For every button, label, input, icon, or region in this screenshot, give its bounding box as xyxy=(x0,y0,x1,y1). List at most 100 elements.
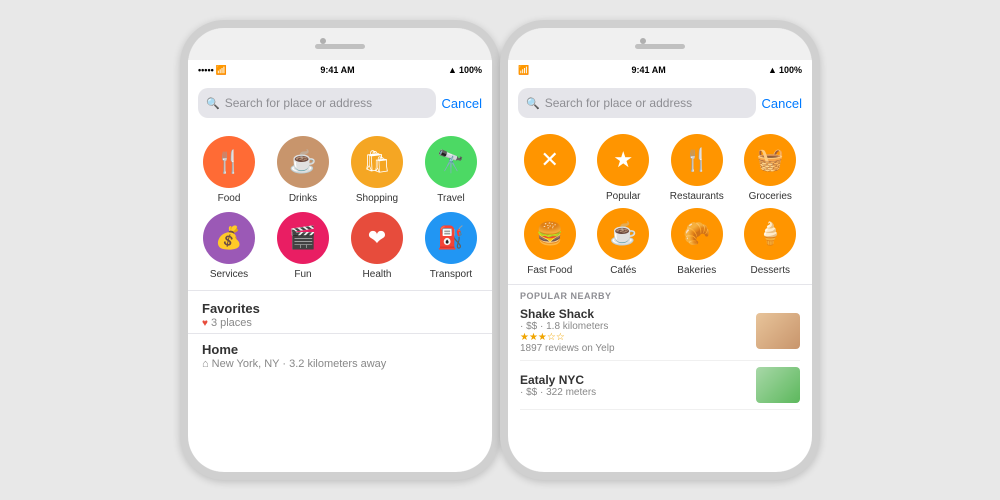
nearby-img-2 xyxy=(756,367,800,403)
category-restaurants[interactable]: 🍴 Restaurants xyxy=(663,134,731,202)
speaker-1 xyxy=(315,44,365,49)
front-camera-2 xyxy=(640,38,646,44)
heart-icon: ♥ xyxy=(202,318,208,329)
search-icon-2: 🔍 xyxy=(526,97,540,110)
category-circle-bakeries: 🥐 xyxy=(671,208,723,260)
front-camera-1 xyxy=(320,38,326,44)
category-label-shopping: Shopping xyxy=(356,193,398,204)
search-icon-1: 🔍 xyxy=(206,97,220,110)
category-label-restaurants: Restaurants xyxy=(670,191,724,202)
home-pin-icon: ⌂ xyxy=(202,358,209,370)
home-section[interactable]: Home ⌂ New York, NY · 3.2 kilometers awa… xyxy=(188,333,492,374)
category-label-health: Health xyxy=(363,269,392,280)
status-right-2: ▲ 100% xyxy=(768,65,802,75)
category-label-travel: Travel xyxy=(437,193,464,204)
nearby-section: POPULAR NEARBY Shake Shack · $$ · 1.8 ki… xyxy=(508,284,812,412)
nearby-img-1 xyxy=(756,313,800,349)
nearby-detail-2: · $$ · 322 meters xyxy=(520,387,748,398)
close-circle: ✕ xyxy=(524,134,576,186)
category-circle-cafes: ☕ xyxy=(597,208,649,260)
category-circle-services: 💰 xyxy=(203,212,255,264)
category-label-drinks: Drinks xyxy=(289,193,317,204)
wifi-icon-1: 📶 xyxy=(216,65,227,76)
category-circle-drinks: ☕ xyxy=(277,136,329,188)
category-close[interactable]: ✕ xyxy=(516,134,584,202)
phone-1: ••••• 📶 9:41 AM ▲ 100% 🔍 Search for plac… xyxy=(180,20,500,480)
category-health[interactable]: ❤ Health xyxy=(344,212,410,280)
category-travel[interactable]: 🔭 Travel xyxy=(418,136,484,204)
category-circle-travel: 🔭 xyxy=(425,136,477,188)
category-label-groceries: Groceries xyxy=(749,191,792,202)
category-label-cafes: Cafés xyxy=(610,265,636,276)
category-circle-health: ❤ xyxy=(351,212,403,264)
category-circle-groceries: 🧺 xyxy=(744,134,796,186)
category-fastfood[interactable]: 🍔 Fast Food xyxy=(516,208,584,276)
category-circle-transport: ⛽ xyxy=(425,212,477,264)
favorites-sub: ♥ 3 places xyxy=(202,317,478,329)
nearby-label: POPULAR NEARBY xyxy=(520,291,800,301)
cancel-button-2[interactable]: Cancel xyxy=(762,96,802,111)
category-circle-restaurants: 🍴 xyxy=(671,134,723,186)
category-label-popular: Popular xyxy=(606,191,640,202)
category-label-fastfood: Fast Food xyxy=(527,265,572,276)
category-bakeries[interactable]: 🥐 Bakeries xyxy=(663,208,731,276)
category-shopping[interactable]: 🛍 Shopping xyxy=(344,136,410,204)
phones-container: ••••• 📶 9:41 AM ▲ 100% 🔍 Search for plac… xyxy=(180,20,820,480)
category-circle-fastfood: 🍔 xyxy=(524,208,576,260)
category-circle-desserts: 🍦 xyxy=(744,208,796,260)
nearby-name-1: Shake Shack xyxy=(520,307,748,321)
screen-2: 📶 9:41 AM ▲ 100% 🔍 Search for place or a… xyxy=(508,60,812,472)
nearby-item-1[interactable]: Shake Shack · $$ · 1.8 kilometers ★★★☆☆ … xyxy=(520,301,800,361)
category-label-services: Services xyxy=(210,269,248,280)
category-drinks[interactable]: ☕ Drinks xyxy=(270,136,336,204)
home-title: Home xyxy=(202,342,478,357)
food-categories-grid: ✕ ★ Popular 🍴 Restaurants 🧺 Groceries xyxy=(508,126,812,284)
search-bar-1[interactable]: 🔍 Search for place or address xyxy=(198,88,436,118)
category-desserts[interactable]: 🍦 Desserts xyxy=(737,208,805,276)
nearby-info-2: Eataly NYC · $$ · 322 meters xyxy=(520,373,748,398)
phone-2: 📶 9:41 AM ▲ 100% 🔍 Search for place or a… xyxy=(500,20,820,480)
category-cafes[interactable]: ☕ Cafés xyxy=(590,208,658,276)
nearby-item-2[interactable]: Eataly NYC · $$ · 322 meters xyxy=(520,361,800,410)
category-circle-food: 🍴 xyxy=(203,136,255,188)
screen-1: ••••• 📶 9:41 AM ▲ 100% 🔍 Search for plac… xyxy=(188,60,492,472)
nearby-detail-1: · $$ · 1.8 kilometers xyxy=(520,321,748,332)
home-sub: ⌂ New York, NY · 3.2 kilometers away xyxy=(202,358,478,370)
category-label-bakeries: Bakeries xyxy=(677,265,716,276)
favorites-count: 3 places xyxy=(211,317,252,329)
nearby-reviews-1: 1897 reviews on Yelp xyxy=(520,343,748,354)
nearby-stars-1: ★★★☆☆ xyxy=(520,332,748,343)
category-label-transport: Transport xyxy=(430,269,472,280)
arrow-icon-1: ▲ xyxy=(448,65,457,75)
cancel-button-1[interactable]: Cancel xyxy=(442,96,482,111)
nearby-info-1: Shake Shack · $$ · 1.8 kilometers ★★★☆☆ … xyxy=(520,307,748,354)
status-bar-1: ••••• 📶 9:41 AM ▲ 100% xyxy=(188,60,492,80)
phone-hardware-top-2 xyxy=(508,28,812,60)
category-circle-shopping: 🛍 xyxy=(351,136,403,188)
category-label-desserts: Desserts xyxy=(751,265,790,276)
category-food[interactable]: 🍴 Food xyxy=(196,136,262,204)
category-label-fun: Fun xyxy=(294,269,311,280)
category-label-food: Food xyxy=(218,193,241,204)
nearby-name-2: Eataly NYC xyxy=(520,373,748,387)
phone-hardware-top-1 xyxy=(188,28,492,60)
category-popular[interactable]: ★ Popular xyxy=(590,134,658,202)
time-2: 9:41 AM xyxy=(632,65,666,75)
category-groceries[interactable]: 🧺 Groceries xyxy=(737,134,805,202)
search-placeholder-1: Search for place or address xyxy=(225,96,372,110)
search-placeholder-2: Search for place or address xyxy=(545,96,692,110)
categories-grid-1: 🍴 Food ☕ Drinks 🛍 Shopping 🔭 Travel xyxy=(188,126,492,290)
battery-1: 100% xyxy=(459,65,482,75)
search-row-2: 🔍 Search for place or address Cancel xyxy=(508,80,812,126)
category-transport[interactable]: ⛽ Transport xyxy=(418,212,484,280)
favorites-section[interactable]: Favorites ♥ 3 places xyxy=(188,290,492,333)
signal-status-1: ••••• xyxy=(198,65,214,75)
category-fun[interactable]: 🎬 Fun xyxy=(270,212,336,280)
category-services[interactable]: 💰 Services xyxy=(196,212,262,280)
speaker-2 xyxy=(635,44,685,49)
status-left-2: 📶 xyxy=(518,65,529,76)
favorites-title: Favorites xyxy=(202,301,478,316)
search-bar-2[interactable]: 🔍 Search for place or address xyxy=(518,88,756,118)
home-address: New York, NY · 3.2 kilometers away xyxy=(212,358,387,370)
status-bar-2: 📶 9:41 AM ▲ 100% xyxy=(508,60,812,80)
